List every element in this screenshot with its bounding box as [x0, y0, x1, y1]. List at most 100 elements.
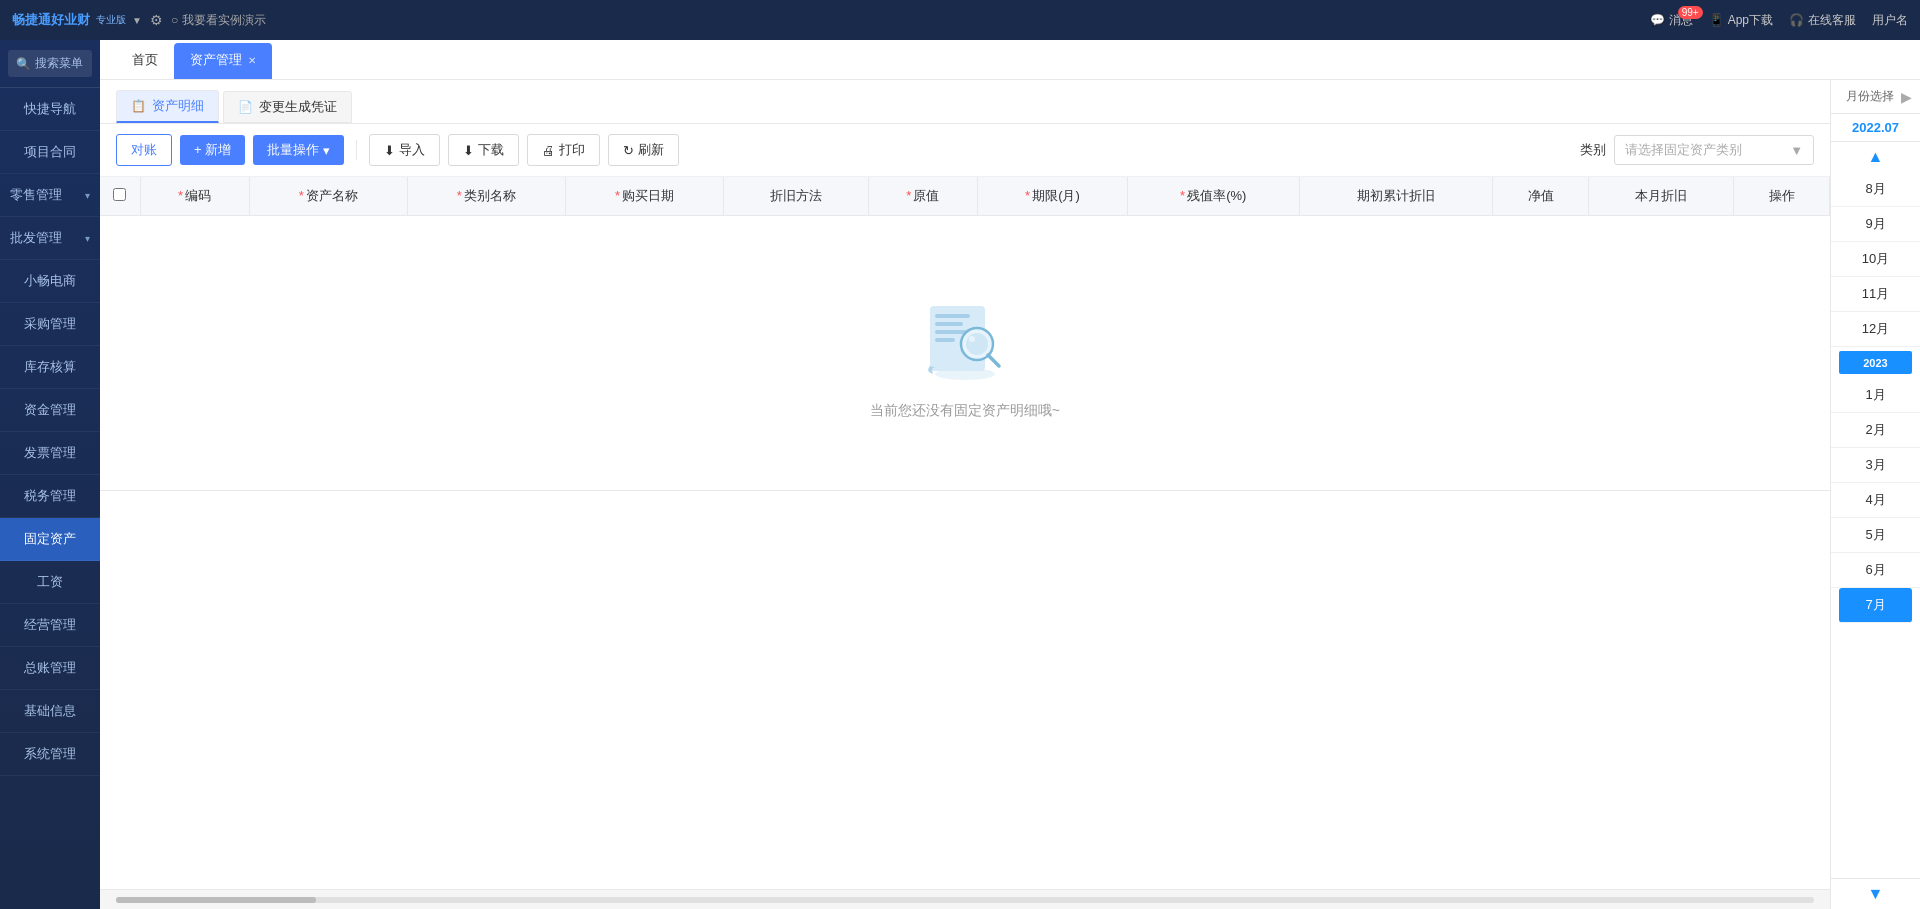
- sidebar-fixed-assets-label: 固定资产: [24, 530, 76, 548]
- month-item-5[interactable]: 5月: [1831, 518, 1920, 553]
- th-net-value: 净值: [1493, 177, 1589, 216]
- th-category: *类别名称: [407, 177, 565, 216]
- month-nav-down: ▼: [1831, 878, 1920, 909]
- sidebar-item-wholesale[interactable]: 批发管理 ▾: [0, 217, 100, 260]
- sidebar-item-quick-nav[interactable]: 快捷导航: [0, 88, 100, 131]
- sidebar-retail-label: 零售管理: [10, 186, 62, 204]
- sidebar-inventory-label: 库存核算: [24, 358, 76, 376]
- tab-assets[interactable]: 资产管理 ✕: [174, 43, 272, 79]
- month-year-display[interactable]: 2022.07: [1831, 114, 1920, 142]
- year-2023-badge: 2023: [1839, 351, 1912, 374]
- svg-point-7: [966, 333, 988, 355]
- sidebar-item-inventory[interactable]: 库存核算: [0, 346, 100, 389]
- voucher-gen-icon: 📄: [238, 100, 253, 114]
- month-item-7-current[interactable]: 7月: [1839, 588, 1912, 623]
- th-name: *资产名称: [249, 177, 407, 216]
- month-item-3[interactable]: 3月: [1831, 448, 1920, 483]
- month-panel-collapse-button[interactable]: ▶: [1901, 89, 1912, 105]
- search-menu-button[interactable]: 🔍 搜索菜单: [8, 50, 92, 77]
- tab-close-icon[interactable]: ✕: [248, 55, 256, 66]
- import-button[interactable]: ⬇ 导入: [369, 134, 440, 166]
- th-monthly-depreciation: 本月折旧: [1589, 177, 1734, 216]
- sidebar-item-operations[interactable]: 经营管理: [0, 604, 100, 647]
- chevron-right-icon-2: ▾: [85, 233, 90, 244]
- download-button[interactable]: ⬇ 下载: [448, 134, 519, 166]
- add-button[interactable]: + 新增: [180, 135, 245, 165]
- sidebar-quick-nav-label: 快捷导航: [24, 100, 76, 118]
- svg-rect-2: [935, 314, 970, 318]
- sidebar-wholesale-label: 批发管理: [10, 229, 62, 247]
- th-accumulated-depreciation: 期初累计折旧: [1299, 177, 1493, 216]
- refresh-button[interactable]: ↻ 刷新: [608, 134, 679, 166]
- sidebar-item-retail[interactable]: 零售管理 ▾: [0, 174, 100, 217]
- online-service-button[interactable]: 🎧 在线客服: [1789, 12, 1856, 29]
- category-select[interactable]: 请选择固定资产类别 ▼: [1614, 135, 1814, 165]
- main-layout: 🔍 搜索菜单 快捷导航 项目合同 零售管理 ▾ 批发管理 ▾ 小畅电商 采购管理…: [0, 40, 1920, 909]
- th-operation: 操作: [1734, 177, 1830, 216]
- month-item-8[interactable]: 8月: [1831, 172, 1920, 207]
- month-item-2[interactable]: 2月: [1831, 413, 1920, 448]
- sidebar-item-ecommerce[interactable]: 小畅电商: [0, 260, 100, 303]
- sidebar-finance-label: 资金管理: [24, 401, 76, 419]
- month-item-4[interactable]: 4月: [1831, 483, 1920, 518]
- print-button[interactable]: 🖨 打印: [527, 134, 600, 166]
- th-checkbox: [100, 177, 140, 216]
- settings-icon[interactable]: ⚙: [150, 12, 163, 28]
- print-icon: 🖨: [542, 143, 555, 158]
- batch-button[interactable]: 批量操作 ▾: [253, 135, 344, 165]
- sidebar-item-system[interactable]: 系统管理: [0, 733, 100, 776]
- month-prev-button[interactable]: ▲: [1860, 146, 1892, 168]
- sidebar-item-tax[interactable]: 税务管理: [0, 475, 100, 518]
- sidebar-item-basic-info[interactable]: 基础信息: [0, 690, 100, 733]
- demo-link[interactable]: ○ 我要看实例演示: [171, 12, 266, 29]
- th-original-value: *原值: [868, 177, 977, 216]
- month-item-9[interactable]: 9月: [1831, 207, 1920, 242]
- category-filter: 类别 请选择固定资产类别 ▼: [1580, 135, 1814, 165]
- horizontal-scrollbar-thumb[interactable]: [116, 897, 316, 903]
- assets-main: 📋 资产明细 📄 变更生成凭证 对账 + 新增: [100, 80, 1830, 909]
- th-purchase-date: *购买日期: [565, 177, 723, 216]
- reconcile-button[interactable]: 对账: [116, 134, 172, 166]
- sidebar-item-ledger[interactable]: 总账管理: [0, 647, 100, 690]
- sidebar-item-purchase[interactable]: 采购管理: [0, 303, 100, 346]
- sidebar-item-fixed-assets[interactable]: 固定资产: [0, 518, 100, 561]
- month-item-6[interactable]: 6月: [1831, 553, 1920, 588]
- user-info[interactable]: 用户名: [1872, 12, 1908, 29]
- month-item-1[interactable]: 1月: [1831, 378, 1920, 413]
- refresh-icon: ↻: [623, 143, 634, 158]
- assets-table: *编码 *资产名称 *类别名称 *购买日期 折旧方法 *原值 *期限(月) *残…: [100, 177, 1830, 491]
- month-item-11[interactable]: 11月: [1831, 277, 1920, 312]
- toolbar: 对账 + 新增 批量操作 ▾ ⬇ 导入: [100, 124, 1830, 177]
- month-panel-title: 月份选择: [1839, 88, 1901, 105]
- app-subtitle-text: 专业版: [96, 13, 126, 27]
- top-bar-right: 💬 消息 99+ 📱 App下载 🎧 在线客服 用户名: [1650, 12, 1908, 29]
- empty-row: 当前您还没有固定资产明细哦~: [100, 216, 1830, 491]
- download-icon: ⬇: [463, 143, 474, 158]
- th-period-months: *期限(月): [977, 177, 1127, 216]
- toolbar-left: 对账 + 新增 批量操作 ▾ ⬇ 导入: [116, 134, 1572, 166]
- sidebar-item-invoice[interactable]: 发票管理: [0, 432, 100, 475]
- tab-home[interactable]: 首页: [116, 43, 174, 79]
- sidebar: 🔍 搜索菜单 快捷导航 项目合同 零售管理 ▾ 批发管理 ▾ 小畅电商 采购管理…: [0, 40, 100, 909]
- sub-tab-asset-detail-label: 资产明细: [152, 97, 204, 115]
- company-dropdown-arrow[interactable]: ▼: [132, 15, 142, 26]
- select-all-checkbox[interactable]: [113, 188, 126, 201]
- app-download-button[interactable]: 📱 App下载: [1709, 12, 1773, 29]
- message-button[interactable]: 💬 消息 99+: [1650, 12, 1693, 29]
- sidebar-item-project[interactable]: 项目合同: [0, 131, 100, 174]
- month-next-button[interactable]: ▼: [1860, 883, 1892, 905]
- month-item-10[interactable]: 10月: [1831, 242, 1920, 277]
- sidebar-item-finance[interactable]: 资金管理: [0, 389, 100, 432]
- month-panel-header: 月份选择 ▶: [1831, 80, 1920, 114]
- sidebar-item-salary[interactable]: 工资: [0, 561, 100, 604]
- month-item-12[interactable]: 12月: [1831, 312, 1920, 347]
- sub-tab-voucher-gen[interactable]: 📄 变更生成凭证: [223, 91, 352, 123]
- bottom-scroll-bar: [100, 889, 1830, 909]
- empty-illustration: [905, 286, 1025, 386]
- sub-tab-asset-detail[interactable]: 📋 资产明细: [116, 90, 219, 123]
- horizontal-scrollbar-track[interactable]: [116, 897, 1814, 903]
- app-logo-text: 畅捷通好业财: [12, 11, 90, 29]
- company-selector[interactable]: 畅捷通好业财 专业版 ▼: [12, 11, 142, 29]
- tab-assets-label: 资产管理: [190, 51, 242, 69]
- content-area: 首页 资产管理 ✕ 📋 资产明细 📄 变更生成凭证: [100, 40, 1920, 909]
